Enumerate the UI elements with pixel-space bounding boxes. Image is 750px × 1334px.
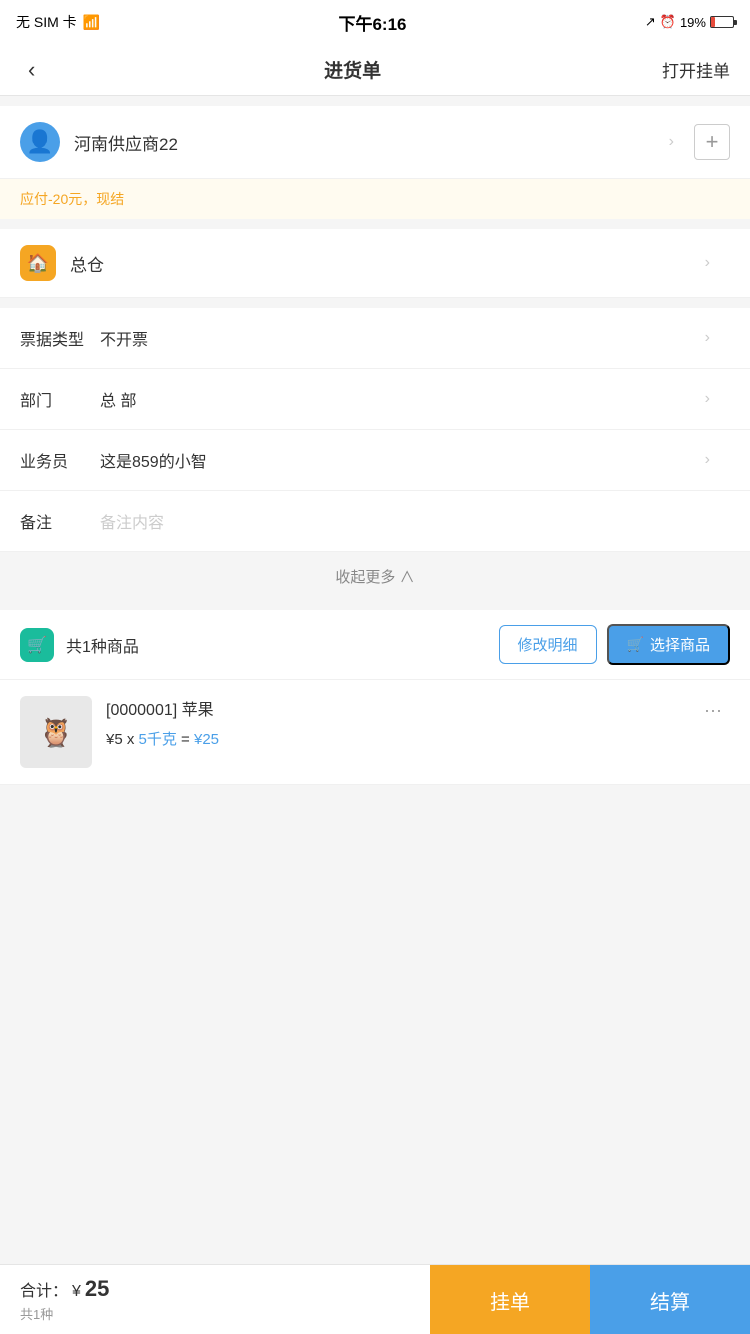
- avatar-icon: 👤: [26, 129, 53, 155]
- product-thumb-inner: 🦉: [20, 696, 92, 768]
- quantity: 5千克: [139, 731, 177, 748]
- collapse-label: 收起更多 ∧: [335, 566, 414, 587]
- owl-icon: 🦉: [39, 716, 74, 749]
- remark-input[interactable]: 备注内容: [100, 509, 730, 533]
- total-amount: 25: [85, 1276, 109, 1302]
- hang-label: 挂单: [490, 1286, 530, 1315]
- status-left: 无 SIM 卡 📶: [16, 12, 100, 32]
- notice-bar: 应付-20元，现结: [0, 179, 750, 219]
- warehouse-icon: 🏠: [27, 253, 49, 274]
- total-main: 合计： ¥ 25: [20, 1276, 410, 1302]
- supplier-chevron-icon: ›: [669, 133, 674, 151]
- product-item: 🦉 [0000001] 苹果 ¥5 x 5千克 = ¥25 ···: [0, 680, 750, 785]
- invoice-row[interactable]: 票据类型 不开票 ›: [0, 308, 750, 369]
- supplier-section: 👤 河南供应商22 › + 应付-20元，现结: [0, 106, 750, 219]
- products-icon: 🛒: [27, 635, 47, 655]
- hang-button[interactable]: 挂单: [430, 1265, 590, 1334]
- dept-chevron-icon: ›: [705, 390, 710, 408]
- warehouse-name: 总仓: [70, 251, 705, 276]
- product-price-row: ¥5 x 5千克 = ¥25: [106, 728, 696, 749]
- warehouse-row[interactable]: 🏠 总仓 ›: [0, 229, 750, 298]
- battery-icon: [710, 16, 734, 28]
- gap-4: [0, 600, 750, 610]
- products-icon-wrap: 🛒: [20, 628, 54, 662]
- warehouse-section: 🏠 总仓 ›: [0, 229, 750, 298]
- bottom-spacer: [0, 785, 750, 865]
- remark-row[interactable]: 备注 备注内容: [0, 491, 750, 552]
- dept-row[interactable]: 部门 总 部 ›: [0, 369, 750, 430]
- alarm-icon: ⏰: [660, 14, 676, 30]
- checkout-button[interactable]: 结算: [590, 1265, 750, 1334]
- select-product-label: 选择商品: [650, 634, 710, 655]
- total-label: 合计：: [20, 1277, 68, 1301]
- supplier-avatar: 👤: [20, 122, 60, 162]
- supplier-name: 河南供应商22: [74, 130, 669, 155]
- product-info: [0000001] 苹果 ¥5 x 5千克 = ¥25: [106, 696, 696, 749]
- more-options-button[interactable]: ···: [696, 696, 730, 725]
- edit-detail-button[interactable]: 修改明细: [499, 625, 597, 664]
- gap-2: [0, 219, 750, 229]
- equals: =: [181, 731, 194, 748]
- product-name: [0000001] 苹果: [106, 696, 696, 720]
- wifi-icon: 📶: [83, 14, 100, 31]
- cart-icon: 🛒: [627, 636, 644, 653]
- add-supplier-button[interactable]: +: [694, 124, 730, 160]
- battery-percent: 19%: [680, 15, 706, 30]
- products-header: 🛒 共1种商品 修改明细 🛒 选择商品: [0, 610, 750, 680]
- total-price: ¥25: [194, 731, 219, 748]
- warehouse-icon-wrap: 🏠: [20, 245, 56, 281]
- staff-chevron-icon: ›: [705, 451, 710, 469]
- open-hang-button[interactable]: 打开挂单: [662, 57, 730, 82]
- dept-value: 总 部: [100, 387, 705, 411]
- total-sub: 共1种: [20, 1304, 410, 1323]
- location-icon: ↗: [645, 14, 656, 30]
- page-title: 进货单: [324, 56, 381, 83]
- total-section: 合计： ¥ 25 共1种: [0, 1265, 430, 1334]
- status-time: 下午6:16: [338, 10, 406, 35]
- select-product-button[interactable]: 🛒 选择商品: [607, 624, 730, 665]
- product-title: 苹果: [182, 702, 214, 719]
- status-bar: 无 SIM 卡 📶 下午6:16 ↗ ⏰ 19%: [0, 0, 750, 44]
- back-button[interactable]: ‹: [20, 49, 43, 91]
- dept-label: 部门: [20, 387, 100, 411]
- staff-row[interactable]: 业务员 这是859的小智 ›: [0, 430, 750, 491]
- price-x: x: [127, 731, 139, 748]
- nav-bar: ‹ 进货单 打开挂单: [0, 44, 750, 96]
- unit-price: ¥5: [106, 731, 123, 748]
- total-symbol: ¥: [72, 1283, 81, 1301]
- gap-3: [0, 298, 750, 308]
- status-right: ↗ ⏰ 19%: [645, 14, 734, 30]
- collapse-button[interactable]: 收起更多 ∧: [0, 552, 750, 600]
- invoice-value: 不开票: [100, 326, 705, 350]
- supplier-row[interactable]: 👤 河南供应商22 › +: [0, 106, 750, 179]
- staff-value: 这是859的小智: [100, 448, 705, 472]
- form-section: 票据类型 不开票 › 部门 总 部 › 业务员 这是859的小智 › 备注 备注…: [0, 308, 750, 552]
- warehouse-chevron-icon: ›: [705, 254, 710, 272]
- product-thumbnail: 🦉: [20, 696, 92, 768]
- invoice-chevron-icon: ›: [705, 329, 710, 347]
- remark-label: 备注: [20, 509, 100, 533]
- products-count: 共1种商品: [66, 633, 499, 657]
- gap-1: [0, 96, 750, 106]
- bottom-bar: 合计： ¥ 25 共1种 挂单 结算: [0, 1264, 750, 1334]
- invoice-label: 票据类型: [20, 326, 100, 350]
- product-id: [0000001]: [106, 702, 177, 719]
- staff-label: 业务员: [20, 448, 100, 472]
- carrier-text: 无 SIM 卡: [16, 12, 77, 32]
- notice-text: 应付-20元，现结: [20, 191, 124, 207]
- checkout-label: 结算: [650, 1286, 690, 1315]
